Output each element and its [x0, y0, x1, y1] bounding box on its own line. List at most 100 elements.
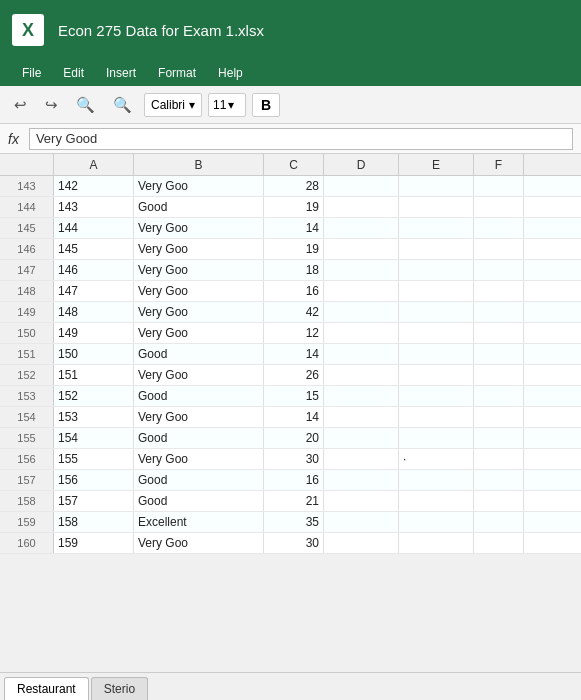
- table-row[interactable]: 147 146 Very Goo 18: [0, 260, 581, 281]
- cell-a[interactable]: 145: [54, 239, 134, 259]
- cell-f[interactable]: [474, 533, 524, 553]
- cell-c[interactable]: 14: [264, 218, 324, 238]
- cell-b[interactable]: Very Goo: [134, 407, 264, 427]
- cell-a[interactable]: 156: [54, 470, 134, 490]
- cell-a[interactable]: 155: [54, 449, 134, 469]
- table-row[interactable]: 156 155 Very Goo 30 ·: [0, 449, 581, 470]
- cell-d[interactable]: [324, 344, 399, 364]
- cell-c[interactable]: 19: [264, 239, 324, 259]
- cell-b[interactable]: Good: [134, 428, 264, 448]
- menu-file[interactable]: File: [14, 64, 49, 82]
- cell-c[interactable]: 19: [264, 197, 324, 217]
- cell-d[interactable]: [324, 470, 399, 490]
- cell-e[interactable]: [399, 239, 474, 259]
- cell-b[interactable]: Very Goo: [134, 449, 264, 469]
- cell-d[interactable]: [324, 491, 399, 511]
- table-row[interactable]: 148 147 Very Goo 16: [0, 281, 581, 302]
- cell-b[interactable]: Good: [134, 491, 264, 511]
- cell-f[interactable]: [474, 449, 524, 469]
- font-size-selector[interactable]: 11 ▾: [208, 93, 246, 117]
- table-row[interactable]: 150 149 Very Goo 12: [0, 323, 581, 344]
- cell-e[interactable]: [399, 344, 474, 364]
- table-row[interactable]: 143 142 Very Goo 28: [0, 176, 581, 197]
- table-row[interactable]: 152 151 Very Goo 26: [0, 365, 581, 386]
- cell-b[interactable]: Good: [134, 344, 264, 364]
- col-header-f[interactable]: F: [474, 154, 524, 175]
- cell-e[interactable]: [399, 218, 474, 238]
- cell-c[interactable]: 26: [264, 365, 324, 385]
- cell-d[interactable]: [324, 407, 399, 427]
- cell-d[interactable]: [324, 449, 399, 469]
- cell-f[interactable]: [474, 281, 524, 301]
- undo-button[interactable]: ↩: [8, 92, 33, 118]
- cell-d[interactable]: [324, 386, 399, 406]
- cell-f[interactable]: [474, 428, 524, 448]
- cell-e[interactable]: [399, 281, 474, 301]
- cell-b[interactable]: Very Goo: [134, 176, 264, 196]
- cell-d[interactable]: [324, 239, 399, 259]
- cell-a[interactable]: 142: [54, 176, 134, 196]
- cell-d[interactable]: [324, 323, 399, 343]
- formula-value[interactable]: Very Good: [29, 128, 573, 150]
- cell-b[interactable]: Good: [134, 386, 264, 406]
- cell-a[interactable]: 150: [54, 344, 134, 364]
- cell-f[interactable]: [474, 323, 524, 343]
- cell-c[interactable]: 15: [264, 386, 324, 406]
- table-row[interactable]: 159 158 Excellent 35: [0, 512, 581, 533]
- cell-b[interactable]: Very Goo: [134, 323, 264, 343]
- cell-e[interactable]: [399, 323, 474, 343]
- cell-a[interactable]: 159: [54, 533, 134, 553]
- cell-e[interactable]: [399, 197, 474, 217]
- cell-c[interactable]: 35: [264, 512, 324, 532]
- cell-f[interactable]: [474, 365, 524, 385]
- cell-a[interactable]: 158: [54, 512, 134, 532]
- cell-f[interactable]: [474, 218, 524, 238]
- cell-a[interactable]: 154: [54, 428, 134, 448]
- cell-c[interactable]: 14: [264, 407, 324, 427]
- cell-b[interactable]: Very Goo: [134, 365, 264, 385]
- cell-a[interactable]: 147: [54, 281, 134, 301]
- cell-e[interactable]: [399, 176, 474, 196]
- cell-a[interactable]: 151: [54, 365, 134, 385]
- cell-a[interactable]: 148: [54, 302, 134, 322]
- cell-f[interactable]: [474, 197, 524, 217]
- cell-e[interactable]: [399, 512, 474, 532]
- cell-c[interactable]: 14: [264, 344, 324, 364]
- cell-b[interactable]: Very Goo: [134, 239, 264, 259]
- table-row[interactable]: 153 152 Good 15: [0, 386, 581, 407]
- cell-c[interactable]: 12: [264, 323, 324, 343]
- cell-f[interactable]: [474, 302, 524, 322]
- cell-d[interactable]: [324, 281, 399, 301]
- font-selector[interactable]: Calibri ▾: [144, 93, 202, 117]
- table-row[interactable]: 146 145 Very Goo 19: [0, 239, 581, 260]
- cell-f[interactable]: [474, 491, 524, 511]
- cell-a[interactable]: 143: [54, 197, 134, 217]
- cell-b[interactable]: Good: [134, 197, 264, 217]
- cell-c[interactable]: 18: [264, 260, 324, 280]
- table-row[interactable]: 158 157 Good 21: [0, 491, 581, 512]
- cell-c[interactable]: 42: [264, 302, 324, 322]
- cell-b[interactable]: Very Goo: [134, 281, 264, 301]
- col-header-a[interactable]: A: [54, 154, 134, 175]
- col-header-d[interactable]: D: [324, 154, 399, 175]
- table-row[interactable]: 149 148 Very Goo 42: [0, 302, 581, 323]
- cell-a[interactable]: 149: [54, 323, 134, 343]
- cell-e[interactable]: [399, 302, 474, 322]
- cell-f[interactable]: [474, 260, 524, 280]
- table-row[interactable]: 160 159 Very Goo 30: [0, 533, 581, 554]
- cell-d[interactable]: [324, 260, 399, 280]
- cell-d[interactable]: [324, 218, 399, 238]
- cell-e[interactable]: [399, 533, 474, 553]
- cell-b[interactable]: Very Goo: [134, 260, 264, 280]
- cell-a[interactable]: 153: [54, 407, 134, 427]
- cell-b[interactable]: Excellent: [134, 512, 264, 532]
- cell-d[interactable]: [324, 176, 399, 196]
- cell-d[interactable]: [324, 533, 399, 553]
- col-header-e[interactable]: E: [399, 154, 474, 175]
- cell-d[interactable]: [324, 365, 399, 385]
- cell-e[interactable]: [399, 365, 474, 385]
- table-row[interactable]: 145 144 Very Goo 14: [0, 218, 581, 239]
- table-row[interactable]: 157 156 Good 16: [0, 470, 581, 491]
- cell-b[interactable]: Very Goo: [134, 533, 264, 553]
- cell-f[interactable]: [474, 176, 524, 196]
